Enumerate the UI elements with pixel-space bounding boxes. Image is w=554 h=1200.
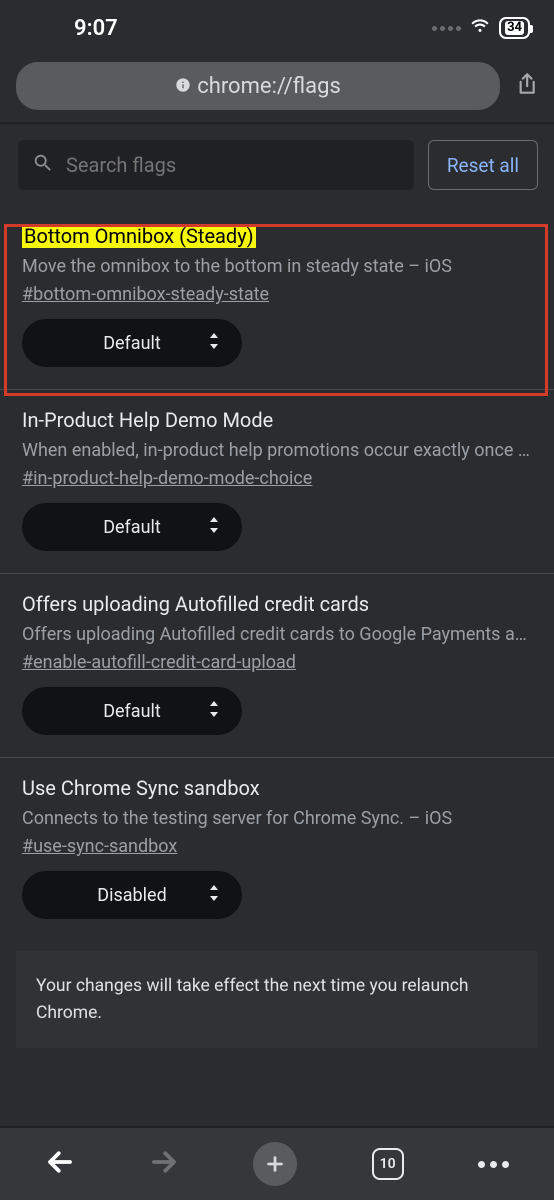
chevron-updown-icon bbox=[208, 333, 220, 354]
tabs-count: 10 bbox=[380, 1156, 396, 1172]
tabs-button[interactable]: 10 bbox=[372, 1148, 404, 1180]
flag-select[interactable]: Default bbox=[22, 687, 242, 735]
bottom-toolbar: 10 bbox=[0, 1126, 554, 1200]
share-button[interactable] bbox=[512, 71, 538, 101]
search-box[interactable] bbox=[18, 140, 414, 190]
url-bar-row: chrome://flags bbox=[0, 50, 554, 122]
relaunch-notice: Your changes will take effect the next t… bbox=[16, 951, 538, 1048]
flag-select-value: Default bbox=[103, 517, 161, 538]
more-button[interactable] bbox=[478, 1161, 509, 1168]
battery-level: 34 bbox=[505, 21, 524, 35]
flag-select[interactable]: Default bbox=[22, 503, 242, 551]
flag-select[interactable]: Disabled bbox=[22, 871, 242, 919]
flag-select-value: Disabled bbox=[97, 885, 166, 906]
back-button[interactable] bbox=[45, 1147, 75, 1181]
flag-title: In-Product Help Demo Mode bbox=[22, 408, 273, 432]
flag-item: Bottom Omnibox (Steady) Move the omnibox … bbox=[0, 206, 554, 390]
flag-hash-link[interactable]: #use-sync-sandbox bbox=[22, 836, 177, 857]
battery-icon: 34 bbox=[499, 17, 530, 39]
flag-title: Use Chrome Sync sandbox bbox=[22, 776, 260, 800]
flag-select[interactable]: Default bbox=[22, 319, 242, 367]
flag-description: Connects to the testing server for Chrom… bbox=[22, 806, 532, 832]
flags-list: Bottom Omnibox (Steady) Move the omnibox … bbox=[0, 206, 554, 941]
flag-select-value: Default bbox=[103, 333, 161, 354]
new-tab-button[interactable] bbox=[253, 1142, 297, 1186]
wifi-icon bbox=[469, 15, 491, 41]
flag-title: Offers uploading Autofilled credit cards bbox=[22, 592, 369, 616]
flag-description: When enabled, in-product help promotions… bbox=[22, 438, 532, 464]
flag-hash-link[interactable]: #bottom-omnibox-steady-state bbox=[22, 284, 269, 305]
controls-row: Reset all bbox=[0, 124, 554, 206]
flag-title: Bottom Omnibox (Steady) bbox=[22, 224, 256, 248]
flag-item: In-Product Help Demo Mode When enabled, i… bbox=[0, 390, 554, 574]
flag-select-value: Default bbox=[103, 701, 161, 722]
status-time: 9:07 bbox=[74, 16, 118, 41]
status-bar: 9:07 34 bbox=[0, 0, 554, 50]
chevron-updown-icon bbox=[208, 885, 220, 906]
flag-item: Use Chrome Sync sandbox Connects to the t… bbox=[0, 758, 554, 941]
flag-hash-link[interactable]: #in-product-help-demo-mode-choice bbox=[22, 468, 312, 489]
search-input[interactable] bbox=[66, 153, 400, 177]
flag-hash-link[interactable]: #enable-autofill-credit-card-upload bbox=[22, 652, 296, 673]
flag-description: Offers uploading Autofilled credit cards… bbox=[22, 622, 532, 648]
page-info-icon bbox=[175, 74, 191, 99]
flag-item: Offers uploading Autofilled credit cards… bbox=[0, 574, 554, 758]
chevron-updown-icon bbox=[208, 517, 220, 538]
cellular-icon bbox=[432, 26, 461, 31]
forward-button[interactable] bbox=[149, 1147, 179, 1181]
search-icon bbox=[32, 152, 54, 178]
url-text: chrome://flags bbox=[197, 74, 341, 99]
chevron-updown-icon bbox=[208, 701, 220, 722]
url-bar[interactable]: chrome://flags bbox=[16, 62, 500, 110]
reset-all-button[interactable]: Reset all bbox=[428, 140, 538, 190]
flag-description: Move the omnibox to the bottom in steady… bbox=[22, 254, 532, 280]
status-right: 34 bbox=[432, 15, 530, 41]
